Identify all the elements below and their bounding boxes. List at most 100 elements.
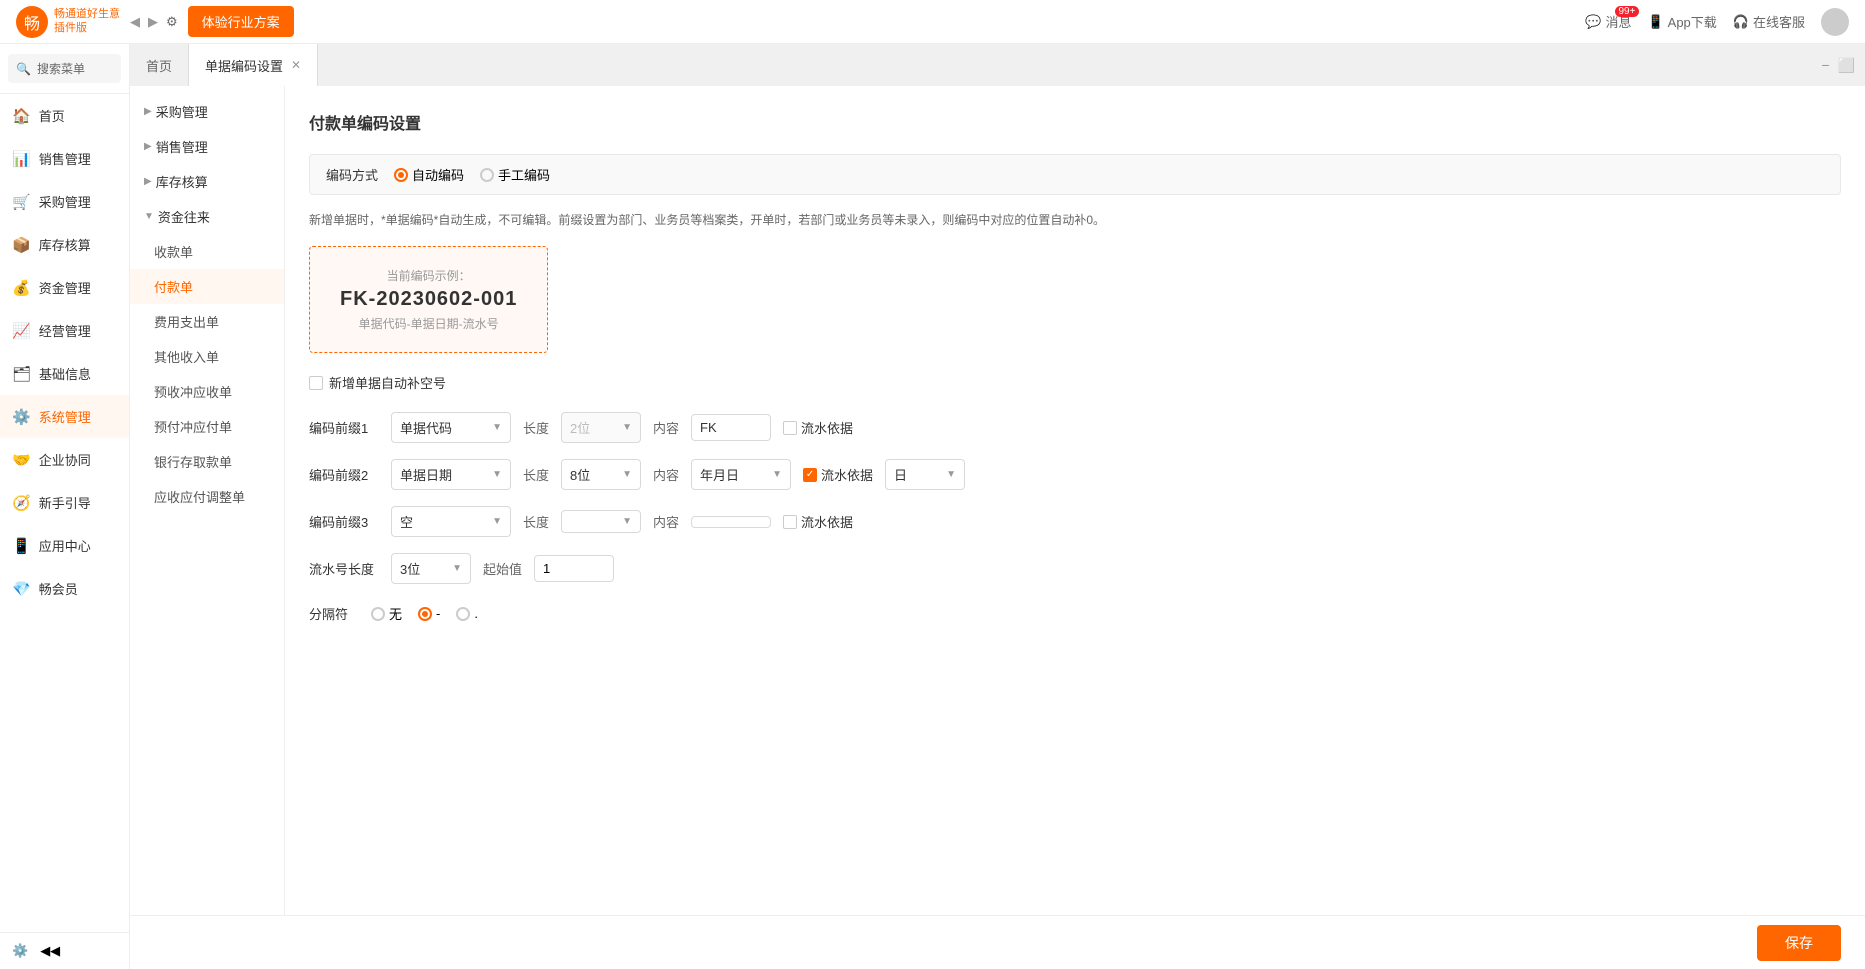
preview-code: FK-20230602-001 xyxy=(340,288,517,311)
auto-fill-checkbox[interactable]: 新增单据自动补空号 xyxy=(309,373,446,392)
sub-sidebar-item-bank-deposit[interactable]: 银行存取款单 xyxy=(130,444,284,479)
sep-radio-none[interactable]: 无 xyxy=(371,604,402,623)
flow-checkbox-1[interactable]: 流水依据 xyxy=(783,418,853,437)
cooperation-icon: 🤝 xyxy=(12,451,31,469)
flow-length-select[interactable]: 3位 ▼ xyxy=(391,553,471,584)
customer-service-item[interactable]: 🎧 在线客服 xyxy=(1733,12,1805,31)
start-value-input[interactable] xyxy=(534,555,614,582)
flow-label-1: 流水依据 xyxy=(801,418,853,437)
info-text: 新增单据时，*单据编码*自动生成，不可编辑。前缀设置为部门、业务员等档案类，开单… xyxy=(309,211,1841,230)
tab-maximize-icon[interactable]: ⬜ xyxy=(1838,57,1855,74)
basic-icon: 🗂 xyxy=(12,365,31,383)
content-value-1: FK xyxy=(691,414,771,441)
encode-row-2: 编码前缀2 单据日期 ▼ 长度 8位 ▼ 内容 年月日 ▼ ✓ 流水依据 xyxy=(309,459,1841,490)
sub-sidebar-group-sales[interactable]: ▶ 销售管理 xyxy=(130,129,284,164)
sidebar-item-newguide[interactable]: 🧭 新手引导 xyxy=(0,481,129,524)
prefix-select-3[interactable]: 空 ▼ xyxy=(391,506,511,537)
newguide-icon: 🧭 xyxy=(12,494,31,512)
sub-sidebar-item-adjust[interactable]: 应收应付调整单 xyxy=(130,479,284,514)
sidebar-item-appcenter[interactable]: 📱 应用中心 xyxy=(0,524,129,567)
flow-checkbox-2[interactable]: ✓ 流水依据 xyxy=(803,465,873,484)
tab-encode-setting[interactable]: 单据编码设置 ✕ xyxy=(189,44,318,86)
encode-row-3: 编码前缀3 空 ▼ 长度 ▼ 内容 流水依据 xyxy=(309,506,1841,537)
sep-radio-dot[interactable]: . xyxy=(456,606,478,621)
message-icon: 💬 xyxy=(1585,14,1601,30)
prefix-arrow-3: ▼ xyxy=(492,516,502,527)
sidebar-item-cooperation[interactable]: 🤝 企业协同 xyxy=(0,438,129,481)
nav-next-arrow[interactable]: ▶ xyxy=(148,14,158,30)
prefix-label-2: 编码前缀2 xyxy=(309,465,379,484)
sub-sidebar-item-payment[interactable]: 付款单 xyxy=(130,269,284,304)
sub-sidebar-item-advance-receipt[interactable]: 预收冲应收单 xyxy=(130,374,284,409)
appcenter-icon: 📱 xyxy=(12,537,31,555)
top-bar: 畅 畅通道好生意 插件版 ◀ ▶ ⚙ 体验行业方案 💬 消息 99+ 📱 App… xyxy=(0,0,1865,44)
sidebar-item-sales[interactable]: 📊 销售管理 xyxy=(0,137,129,180)
experience-button[interactable]: 体验行业方案 xyxy=(188,6,294,37)
user-avatar[interactable] xyxy=(1821,8,1849,36)
flow-checkbox-box-3 xyxy=(783,515,797,529)
preview-label: 当前编码示例： xyxy=(340,267,517,284)
logo-icon: 畅 xyxy=(16,6,48,38)
flow-unit-select-2[interactable]: 日 ▼ xyxy=(885,459,965,490)
sub-sidebar-group-capital[interactable]: ▼ 资金往来 xyxy=(130,199,284,234)
flow-checkbox-3[interactable]: 流水依据 xyxy=(783,512,853,531)
content-select-2[interactable]: 年月日 ▼ xyxy=(691,459,791,490)
sidebar-collapse-icon[interactable]: ◀◀ xyxy=(40,943,60,959)
sidebar-nav: 🏠 首页 📊 销售管理 🛒 采购管理 📦 库存核算 💰 资金管理 📈 经营管理 … xyxy=(0,94,129,932)
length-select-2[interactable]: 8位 ▼ xyxy=(561,459,641,490)
auto-fill-row: 新增单据自动补空号 xyxy=(309,373,1841,392)
sidebar: 🔍 搜索菜单 🏠 首页 📊 销售管理 🛒 采购管理 📦 库存核算 💰 资金管理 … xyxy=(0,44,130,969)
length-label-3: 长度 xyxy=(523,512,549,531)
sep-radio-dash[interactable]: - xyxy=(418,606,440,621)
sidebar-item-member[interactable]: 💎 畅会员 xyxy=(0,567,129,610)
sidebar-item-purchase[interactable]: 🛒 采购管理 xyxy=(0,180,129,223)
sidebar-item-finance[interactable]: 💰 资金管理 xyxy=(0,266,129,309)
logo: 畅 畅通道好生意 插件版 xyxy=(16,6,120,38)
sidebar-item-basic[interactable]: 🗂 基础信息 xyxy=(0,352,129,395)
prefix-select-2[interactable]: 单据日期 ▼ xyxy=(391,459,511,490)
sub-sidebar-item-expense[interactable]: 费用支出单 xyxy=(130,304,284,339)
top-bar-right: 💬 消息 99+ 📱 App下载 🎧 在线客服 xyxy=(1585,8,1849,36)
length-select-3[interactable]: ▼ xyxy=(561,510,641,533)
tab-home[interactable]: 首页 xyxy=(130,44,189,86)
tab-close-button[interactable]: ✕ xyxy=(291,58,301,72)
content-arrow-2: ▼ xyxy=(772,469,782,480)
sub-sidebar-item-receipt[interactable]: 收款单 xyxy=(130,234,284,269)
sub-sidebar: ▶ 采购管理 ▶ 销售管理 ▶ 库存核算 ▼ 资金往来 收款单 付款单 xyxy=(130,86,285,969)
purchase-icon: 🛒 xyxy=(12,193,31,211)
settings-icon[interactable]: ⚙ xyxy=(166,14,178,30)
sub-sidebar-item-other-income[interactable]: 其他收入单 xyxy=(130,339,284,374)
manual-encode-radio-circle xyxy=(480,168,494,182)
sidebar-item-home[interactable]: 🏠 首页 xyxy=(0,94,129,137)
prefix-select-1[interactable]: 单据代码 ▼ xyxy=(391,412,511,443)
sub-sidebar-item-advance-payment[interactable]: 预付冲应付单 xyxy=(130,409,284,444)
sidebar-search: 🔍 搜索菜单 xyxy=(0,44,129,94)
length-arrow-2: ▼ xyxy=(622,469,632,480)
save-button[interactable]: 保存 xyxy=(1757,925,1841,961)
search-menu-button[interactable]: 🔍 搜索菜单 xyxy=(8,54,121,83)
auto-fill-checkbox-box xyxy=(309,376,323,390)
auto-encode-radio[interactable]: 自动编码 xyxy=(394,165,464,184)
expand-arrow-stock: ▶ xyxy=(144,176,152,187)
search-icon: 🔍 xyxy=(16,62,31,76)
logo-text: 畅通道好生意 插件版 xyxy=(54,8,120,34)
stock-icon: 📦 xyxy=(12,236,31,254)
tab-minimize-icon[interactable]: − xyxy=(1821,57,1829,73)
sub-sidebar-group-stock[interactable]: ▶ 库存核算 xyxy=(130,164,284,199)
sidebar-item-stock[interactable]: 📦 库存核算 xyxy=(0,223,129,266)
sub-sidebar-group-purchase[interactable]: ▶ 采购管理 xyxy=(130,94,284,129)
expand-arrow-purchase: ▶ xyxy=(144,106,152,117)
sidebar-item-system[interactable]: ⚙️ 系统管理 xyxy=(0,395,129,438)
manual-encode-radio[interactable]: 手工编码 xyxy=(480,165,550,184)
prefix-label-3: 编码前缀3 xyxy=(309,512,379,531)
encode-method-bar: 编码方式 自动编码 手工编码 xyxy=(309,154,1841,195)
flow-label-2: 流水依据 xyxy=(821,465,873,484)
content-label-2: 内容 xyxy=(653,465,679,484)
nav-prev-arrow[interactable]: ◀ xyxy=(130,14,140,30)
message-item[interactable]: 💬 消息 99+ xyxy=(1585,12,1631,31)
length-arrow-3: ▼ xyxy=(622,516,632,527)
app-download-item[interactable]: 📱 App下载 xyxy=(1647,12,1716,31)
sidebar-item-operation[interactable]: 📈 经营管理 xyxy=(0,309,129,352)
settings-gear-icon[interactable]: ⚙️ xyxy=(12,943,28,959)
sep-radio-group: 无 - . xyxy=(371,604,478,623)
